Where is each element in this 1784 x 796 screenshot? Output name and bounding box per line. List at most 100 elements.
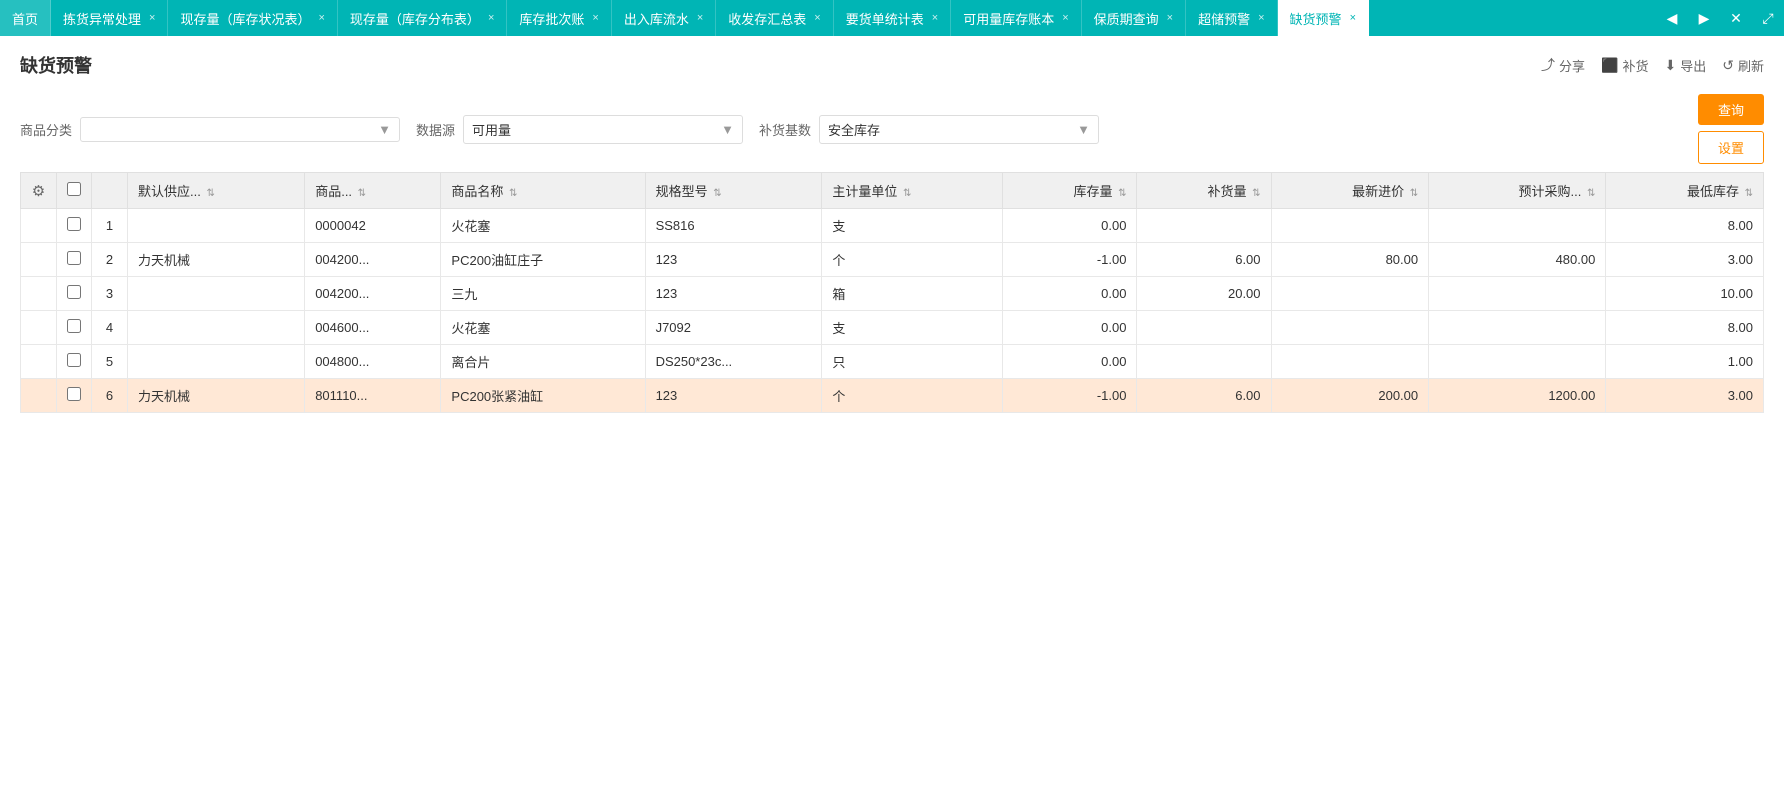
th-estimated-purchase[interactable]: 预计采购... ⇅ (1429, 173, 1606, 209)
nav-tab-2[interactable]: 现存量（库存状况表） × (168, 0, 337, 36)
nav-close-button[interactable]: ✕ (1720, 0, 1752, 36)
table-row: 3 004200... 三九 123 箱 0.00 20.00 10.00 (21, 277, 1764, 311)
row-settings-cell (21, 243, 57, 277)
th-settings[interactable]: ⚙ (21, 173, 57, 209)
datasource-select[interactable]: 可用量 ▼ (463, 115, 743, 144)
close-tab-7[interactable]: × (932, 12, 938, 24)
close-tab-1[interactable]: × (149, 12, 155, 24)
th-replenish[interactable]: 补货量 ⇅ (1137, 173, 1271, 209)
th-name[interactable]: 商品名称 ⇅ (441, 173, 645, 209)
nav-prev-button[interactable]: ◀ (1656, 0, 1688, 36)
replenish-icon: ⬛ (1601, 57, 1618, 74)
row-check-cell[interactable] (57, 277, 92, 311)
row-min-stock: 3.00 (1606, 243, 1764, 277)
row-stock: 0.00 (1003, 311, 1137, 345)
row-settings-cell (21, 209, 57, 243)
row-spec: 123 (645, 243, 822, 277)
nav-tab-3[interactable]: 现存量（库存分布表） × (338, 0, 507, 36)
row-settings-cell (21, 379, 57, 413)
row-checkbox[interactable] (67, 387, 81, 401)
nav-tab-5[interactable]: 出入库流水 × (612, 0, 716, 36)
row-replenish (1137, 345, 1271, 379)
nav-tab-10[interactable]: 超储预警 × (1186, 0, 1277, 36)
row-spec: SS816 (645, 209, 822, 243)
nav-tab-8[interactable]: 可用量库存账本 × (951, 0, 1081, 36)
row-latest-price: 80.00 (1271, 243, 1429, 277)
row-estimated-purchase (1429, 209, 1606, 243)
row-min-stock: 8.00 (1606, 209, 1764, 243)
row-replenish: 20.00 (1137, 277, 1271, 311)
close-tab-2[interactable]: × (318, 12, 324, 24)
nav-tab-11[interactable]: 缺货预警 × (1278, 0, 1369, 36)
nav-tab-9[interactable]: 保质期查询 × (1082, 0, 1186, 36)
export-icon: ⬇ (1665, 57, 1677, 74)
row-check-cell[interactable] (57, 379, 92, 413)
close-tab-9[interactable]: × (1167, 12, 1173, 24)
row-checkbox[interactable] (67, 217, 81, 231)
th-code[interactable]: 商品... ⇅ (305, 173, 441, 209)
row-unit: 个 (822, 379, 1003, 413)
close-tab-8[interactable]: × (1062, 12, 1068, 24)
th-stock[interactable]: 库存量 ⇅ (1003, 173, 1137, 209)
row-estimated-purchase: 480.00 (1429, 243, 1606, 277)
nav-tab-6[interactable]: 收发存汇总表 × (716, 0, 833, 36)
th-unit[interactable]: 主计量单位 ⇅ (822, 173, 1003, 209)
row-code: 004200... (305, 243, 441, 277)
replenish-base-label: 补货基数 (759, 120, 811, 139)
th-supplier[interactable]: 默认供应... ⇅ (128, 173, 305, 209)
replenish-base-filter-group: 补货基数 安全库存 ▼ (759, 115, 1099, 144)
nav-next-button[interactable]: ▶ (1688, 0, 1720, 36)
row-checkbox[interactable] (67, 251, 81, 265)
row-spec: 123 (645, 379, 822, 413)
row-check-cell[interactable] (57, 209, 92, 243)
row-check-cell[interactable] (57, 243, 92, 277)
table-row: 2 力天机械 004200... PC200油缸庄子 123 个 -1.00 6… (21, 243, 1764, 277)
row-seq: 5 (92, 345, 128, 379)
code-sort-icon: ⇅ (358, 188, 366, 199)
row-seq: 1 (92, 209, 128, 243)
replenish-base-select[interactable]: 安全库存 ▼ (819, 115, 1099, 144)
export-button[interactable]: ⬇ 导出 (1665, 56, 1707, 75)
page-header: 缺货预警 ⤴ 分享 ⬛ 补货 ⬇ 导出 ↺ 刷新 (20, 52, 1764, 78)
th-check[interactable] (57, 173, 92, 209)
nav-tab-7[interactable]: 要货单统计表 × (834, 0, 951, 36)
latest-price-sort-icon: ⇅ (1410, 188, 1418, 199)
row-checkbox[interactable] (67, 353, 81, 367)
close-tab-5[interactable]: × (697, 12, 703, 24)
category-select[interactable]: ▼ (80, 117, 400, 142)
close-tab-3[interactable]: × (488, 12, 494, 24)
table-row: 4 004600... 火花塞 J7092 支 0.00 8.00 (21, 311, 1764, 345)
row-latest-price (1271, 209, 1429, 243)
nav-tab-1[interactable]: 拣货异常处理 × (51, 0, 168, 36)
row-check-cell[interactable] (57, 345, 92, 379)
nav-tab-home[interactable]: 首页 (0, 0, 51, 36)
close-tab-10[interactable]: × (1258, 12, 1264, 24)
row-seq: 6 (92, 379, 128, 413)
settings-button[interactable]: 设置 (1698, 131, 1764, 164)
row-supplier (128, 311, 305, 345)
replenish-button[interactable]: ⬛ 补货 (1601, 56, 1648, 75)
row-name: PC200张紧油缸 (441, 379, 645, 413)
row-check-cell[interactable] (57, 311, 92, 345)
row-checkbox[interactable] (67, 285, 81, 299)
nav-tab-4[interactable]: 库存批次账 × (507, 0, 611, 36)
th-spec[interactable]: 规格型号 ⇅ (645, 173, 822, 209)
top-nav: 首页 拣货异常处理 × 现存量（库存状况表） × 现存量（库存分布表） × 库存… (0, 0, 1784, 36)
row-checkbox[interactable] (67, 319, 81, 333)
row-replenish: 6.00 (1137, 243, 1271, 277)
th-min-stock[interactable]: 最低库存 ⇅ (1606, 173, 1764, 209)
close-tab-6[interactable]: × (814, 12, 820, 24)
refresh-button[interactable]: ↺ 刷新 (1722, 56, 1764, 75)
nav-expand-button[interactable]: ⤢ (1752, 0, 1784, 36)
select-all-checkbox[interactable] (67, 182, 81, 196)
settings-gear-icon[interactable]: ⚙ (32, 183, 45, 200)
query-button[interactable]: 查询 (1698, 94, 1764, 125)
close-tab-4[interactable]: × (592, 12, 598, 24)
close-tab-11[interactable]: × (1350, 12, 1356, 24)
row-seq: 3 (92, 277, 128, 311)
share-icon: ⤴ (1541, 55, 1555, 75)
datasource-label: 数据源 (416, 120, 455, 139)
share-button[interactable]: ⤴ 分享 (1541, 55, 1585, 75)
spec-sort-icon: ⇅ (713, 188, 721, 199)
th-latest-price[interactable]: 最新进价 ⇅ (1271, 173, 1429, 209)
